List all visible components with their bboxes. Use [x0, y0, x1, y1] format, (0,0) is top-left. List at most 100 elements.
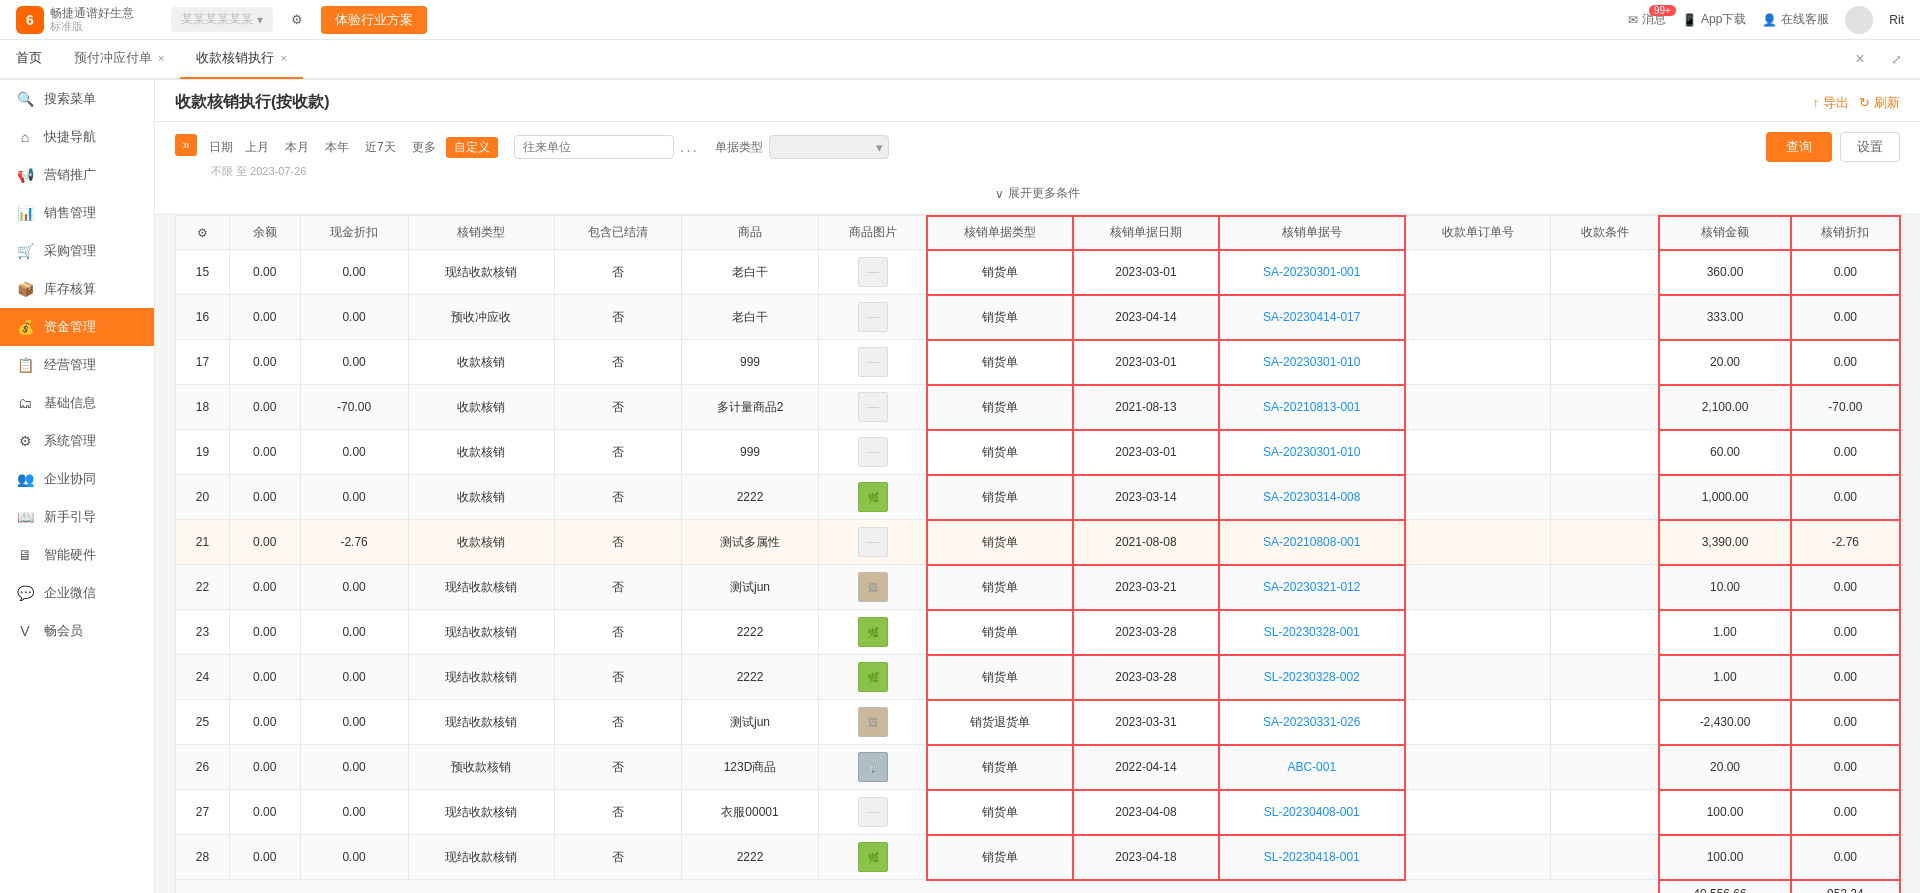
- query-button[interactable]: 查询: [1766, 132, 1832, 162]
- row-amount: 100.00: [1659, 790, 1791, 835]
- tab-close-prepay[interactable]: ×: [158, 52, 164, 64]
- sidebar-item-marketing[interactable]: 📢 营销推广: [0, 156, 154, 194]
- filter-row-1: 日期 上月 本月 本年 近7天 更多 自定义: [209, 132, 1900, 162]
- row-type: 收款核销: [408, 385, 554, 430]
- report-no-link[interactable]: SA-20210808-001: [1263, 535, 1360, 549]
- row-settled: 否: [554, 655, 681, 700]
- top-bar-right: ✉ 消息 99+ 📱 App下载 👤 在线客服 Rit: [1628, 6, 1904, 34]
- report-no-link[interactable]: SA-20230301-001: [1263, 265, 1360, 279]
- report-no-link[interactable]: SA-20230414-017: [1263, 310, 1360, 324]
- date-btn-last-month[interactable]: 上月: [239, 137, 275, 158]
- date-btn-more[interactable]: 更多: [406, 137, 442, 158]
- col-header-settings[interactable]: ⚙: [176, 216, 230, 250]
- collapse-arrow[interactable]: »: [175, 134, 197, 156]
- from-unit-input[interactable]: [514, 135, 674, 159]
- report-no-link[interactable]: ABC-001: [1287, 760, 1336, 774]
- sidebar-item-collab[interactable]: 👥 企业协同: [0, 460, 154, 498]
- app-download-button[interactable]: 📱 App下载: [1682, 11, 1746, 28]
- report-no-link[interactable]: SA-20210813-001: [1263, 400, 1360, 414]
- filter-right-buttons: 查询 设置: [1766, 132, 1900, 162]
- report-no-link[interactable]: SL-20230418-001: [1264, 850, 1360, 864]
- report-no-link[interactable]: SA-20230314-008: [1263, 490, 1360, 504]
- settings-icon[interactable]: ⚙: [283, 6, 311, 34]
- trial-button[interactable]: 体验行业方案: [321, 6, 427, 34]
- settings-button[interactable]: 设置: [1840, 132, 1900, 162]
- logo-icon: 6: [16, 6, 44, 34]
- date-btn-7days[interactable]: 近7天: [359, 137, 402, 158]
- company-selector[interactable]: 某某某某某某 ▾: [171, 7, 273, 32]
- row-report-type: 销货单: [927, 790, 1073, 835]
- report-no-link[interactable]: SA-20230301-010: [1263, 445, 1360, 459]
- row-report-no: ABC-001: [1219, 745, 1405, 790]
- sidebar-item-sales[interactable]: 📊 销售管理: [0, 194, 154, 232]
- message-button[interactable]: ✉ 消息 99+: [1628, 11, 1666, 28]
- sidebar-item-inventory[interactable]: 📦 库存核算: [0, 270, 154, 308]
- sidebar-item-purchase[interactable]: 🛒 采购管理: [0, 232, 154, 270]
- report-type-select[interactable]: [769, 135, 889, 159]
- sidebar-item-operation[interactable]: 📋 经营管理: [0, 346, 154, 384]
- finance-icon: 💰: [16, 318, 34, 336]
- row-cash-discount: 0.00: [300, 700, 408, 745]
- row-report-date: 2023-03-28: [1073, 655, 1219, 700]
- row-report-no: SA-20230301-010: [1219, 340, 1405, 385]
- row-payment-cond: [1551, 250, 1659, 295]
- custom-date-button[interactable]: 自定义: [446, 137, 498, 158]
- report-no-link[interactable]: SA-20230331-026: [1263, 715, 1360, 729]
- row-balance: 0.00: [229, 475, 300, 520]
- row-order-no: [1405, 655, 1551, 700]
- refresh-button[interactable]: ↻ 刷新: [1859, 94, 1900, 112]
- user-avatar[interactable]: [1845, 6, 1873, 34]
- row-goods: 2222: [681, 655, 819, 700]
- tab-home[interactable]: 首页: [0, 39, 58, 79]
- tab-collection[interactable]: 收款核销执行 ×: [180, 39, 302, 79]
- tab-bar: 首页 预付冲应付单 × 收款核销执行 × × ⤢: [0, 40, 1920, 80]
- report-no-link[interactable]: SA-20230301-010: [1263, 355, 1360, 369]
- sidebar-item-quicknav[interactable]: ⌂ 快捷导航: [0, 118, 154, 156]
- goods-img-cell: —: [819, 340, 927, 385]
- online-service-button[interactable]: 👤 在线客服: [1762, 11, 1829, 28]
- row-goods: 衣服00001: [681, 790, 819, 835]
- report-no-link[interactable]: SL-20230328-002: [1264, 670, 1360, 684]
- window-close-button[interactable]: ×: [1846, 45, 1874, 73]
- row-cash-discount: 0.00: [300, 340, 408, 385]
- window-expand-button[interactable]: ⤢: [1882, 45, 1910, 73]
- guide-icon: 📖: [16, 508, 34, 526]
- refresh-icon: ↻: [1859, 95, 1870, 110]
- row-report-no: SA-20210813-001: [1219, 385, 1405, 430]
- download-icon: 📱: [1682, 13, 1697, 27]
- row-no: 26: [176, 745, 230, 790]
- row-goods: 2222: [681, 475, 819, 520]
- export-button[interactable]: ↑ 导出: [1813, 94, 1850, 112]
- row-goods: 老白干: [681, 250, 819, 295]
- date-btn-this-year[interactable]: 本年: [319, 137, 355, 158]
- row-order-no: [1405, 610, 1551, 655]
- row-report-date: 2022-04-14: [1073, 745, 1219, 790]
- row-report-date: 2023-04-14: [1073, 295, 1219, 340]
- row-settled: 否: [554, 475, 681, 520]
- table-row: 20 0.00 0.00 收款核销 否 2222 🌿 销货单 2023-03-1…: [176, 475, 1900, 520]
- sidebar-item-guide[interactable]: 📖 新手引导: [0, 498, 154, 536]
- sidebar-item-vip[interactable]: V 畅会员: [0, 612, 154, 650]
- report-no-link[interactable]: SL-20230408-001: [1264, 805, 1360, 819]
- row-goods: 测试jun: [681, 700, 819, 745]
- row-report-no: SA-20230321-012: [1219, 565, 1405, 610]
- row-settled: 否: [554, 340, 681, 385]
- sidebar-item-finance[interactable]: 💰 资金管理: [0, 308, 154, 346]
- sidebar-item-search[interactable]: 🔍 搜索菜单: [0, 80, 154, 118]
- sidebar-item-system[interactable]: ⚙ 系统管理: [0, 422, 154, 460]
- sidebar-item-basic[interactable]: 🗂 基础信息: [0, 384, 154, 422]
- row-goods: 999: [681, 430, 819, 475]
- sidebar-item-smart[interactable]: 🖥 智能硬件: [0, 536, 154, 574]
- expand-filter-button[interactable]: ∨ 展开更多条件: [995, 185, 1080, 202]
- date-btn-this-month[interactable]: 本月: [279, 137, 315, 158]
- report-no-link[interactable]: SA-20230321-012: [1263, 580, 1360, 594]
- row-report-type: 销货单: [927, 430, 1073, 475]
- tab-close-collection[interactable]: ×: [280, 52, 286, 64]
- sidebar-item-wechat[interactable]: 💬 企业微信: [0, 574, 154, 612]
- row-amount: 2,100.00: [1659, 385, 1791, 430]
- report-no-link[interactable]: SL-20230328-001: [1264, 625, 1360, 639]
- row-report-no: SA-20230414-017: [1219, 295, 1405, 340]
- row-goods: 老白干: [681, 295, 819, 340]
- tab-prepay[interactable]: 预付冲应付单 ×: [58, 39, 180, 79]
- row-amount: 333.00: [1659, 295, 1791, 340]
